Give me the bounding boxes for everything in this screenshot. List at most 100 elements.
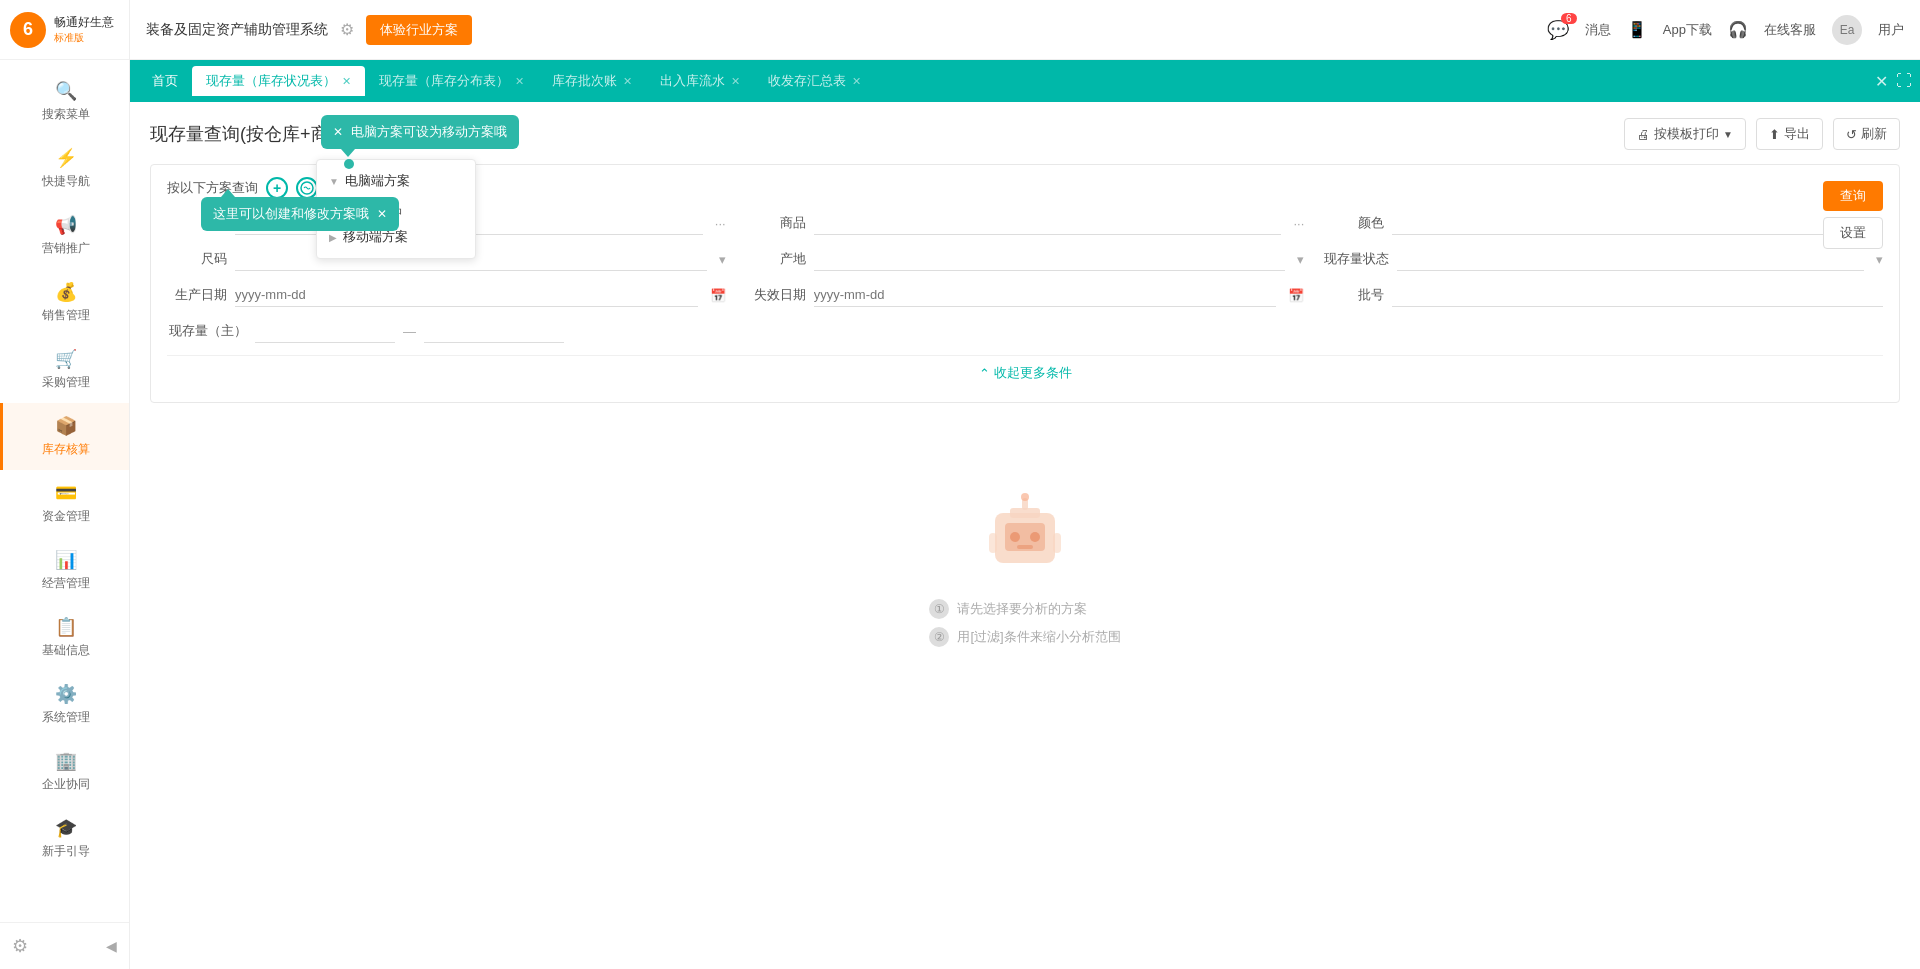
svg-rect-9 [989,533,997,553]
inventory-status-dropdown-icon[interactable]: ▾ [1876,252,1883,267]
tab-in-out-flow[interactable]: 出入库流水 ✕ [646,66,754,96]
tab-close-all-icon[interactable]: ✕ [1875,72,1888,91]
warehouse-dots-icon[interactable]: ··· [715,216,726,231]
tab-inventory-dist-label: 现存量（库存分布表） [379,72,509,90]
svg-point-8 [1021,493,1029,501]
scheme-desktop-parent[interactable]: ▼ 电脑端方案 [317,166,475,196]
system-name: 装备及固定资产辅助管理系统 [146,21,328,39]
tooltip2-text: 这里可以创建和修改方案哦 [213,205,369,223]
sidebar-item-operation[interactable]: 📊 经营管理 [0,537,129,604]
inventory-status-label: 现存量状态 [1324,250,1389,268]
sidebar-item-marketing[interactable]: 📢 营销推广 [0,202,129,269]
trial-btn[interactable]: 体验行业方案 [366,15,472,45]
notice-wrap[interactable]: 💬 6 [1547,19,1569,41]
collapse-label: 收起更多条件 [994,364,1072,382]
scheme-mobile-arrow: ▶ [329,232,337,243]
tab-inventory-dist[interactable]: 现存量（库存分布表） ✕ [365,66,538,96]
tab-fullscreen-icon[interactable]: ⛶ [1896,72,1912,90]
settings-icon[interactable]: ⚙ [12,935,28,957]
produce-date-input[interactable] [235,283,698,307]
tab-inventory-dist-close[interactable]: ✕ [515,75,524,88]
user-name-label[interactable]: 用户 [1878,21,1904,39]
sidebar-item-basic[interactable]: 📋 基础信息 [0,604,129,671]
quantity-label: 现存量（主） [167,322,247,340]
sidebar-item-system[interactable]: ⚙️ 系统管理 [0,671,129,738]
tooltip-create: 这里可以创建和修改方案哦 ✕ [201,197,399,231]
print-icon: 🖨 [1637,127,1650,142]
tab-receive-summary[interactable]: 收发存汇总表 ✕ [754,66,875,96]
header-left: 装备及固定资产辅助管理系统 ⚙ 体验行业方案 [146,15,472,45]
tab-batch-ledger[interactable]: 库存批次账 ✕ [538,66,646,96]
expire-date-calendar-icon[interactable]: 📅 [1288,288,1304,303]
content-area: 现存量查询(按仓库+商品) 🖨 按模板打印 ▼ ⬆ 导出 ↺ 刷新 [130,102,1920,969]
inventory-status-input[interactable] [1397,247,1864,271]
tab-inventory-status-close[interactable]: ✕ [342,75,351,88]
online-service-link[interactable]: 在线客服 [1764,21,1816,39]
sidebar-finance-label: 资金管理 [42,508,90,525]
collapse-bar[interactable]: ⌃ 收起更多条件 [167,355,1883,390]
filter-row4: 现存量（主） — [167,319,1883,343]
print-btn-label: 按模板打印 [1654,125,1719,143]
quantity-min-input[interactable] [255,319,395,343]
origin-dropdown-icon[interactable]: ▾ [1297,252,1304,267]
sidebar-item-search[interactable]: 🔍 搜索菜单 [0,68,129,135]
sidebar-quicknav-label: 快捷导航 [42,173,90,190]
svg-point-4 [1030,532,1040,542]
tab-in-out-flow-close[interactable]: ✕ [731,75,740,88]
sidebar-item-purchase[interactable]: 🛒 采购管理 [0,336,129,403]
expire-date-input[interactable] [814,283,1277,307]
search-btn[interactable]: 查询 [1823,181,1883,211]
app-download-link[interactable]: App下载 [1663,21,1712,39]
brand-name: 畅通好生意 [54,14,114,31]
tab-receive-summary-close[interactable]: ✕ [852,75,861,88]
filter-edit-btn[interactable] [296,177,318,199]
origin-input[interactable] [814,247,1286,271]
search-nav-icon: 🔍 [55,80,77,102]
produce-date-label: 生产日期 [167,286,227,304]
sidebar-nav: 🔍 搜索菜单 ⚡ 快捷导航 📢 营销推广 💰 销售管理 🛒 采购管理 📦 库存核… [0,60,129,922]
produce-date-calendar-icon[interactable]: 📅 [710,288,726,303]
reset-btn[interactable]: 设置 [1823,217,1883,249]
svg-rect-5 [1017,545,1033,549]
tab-inventory-status[interactable]: 现存量（库存状况表） ✕ [192,66,365,96]
collapse-icon[interactable]: ◀ [106,938,117,954]
batch-input[interactable] [1392,283,1883,307]
refresh-btn[interactable]: ↺ 刷新 [1833,118,1900,150]
empty-step-2: ② 用[过滤]条件来缩小分析范围 [929,627,1120,647]
sidebar-guide-label: 新手引导 [42,843,90,860]
sidebar-marketing-label: 营销推广 [42,240,90,257]
expire-date-label: 失效日期 [746,286,806,304]
sidebar-item-enterprise[interactable]: 🏢 企业协同 [0,738,129,805]
filter-add-btn[interactable]: + [266,177,288,199]
sidebar-bottom: ⚙ ◀ [0,922,129,969]
quantity-max-input[interactable] [424,319,564,343]
tab-home[interactable]: 首页 [138,66,192,96]
step1-num: ① [929,599,949,619]
size-dropdown-icon[interactable]: ▾ [719,252,726,267]
settings-gear-icon[interactable]: ⚙ [340,20,354,39]
filter-section: 按以下方案查询 + « ▼ 电脑端方案 ▷ 按货品 [150,164,1900,403]
sidebar-item-quick-nav[interactable]: ⚡ 快捷导航 [0,135,129,202]
color-input[interactable] [1392,211,1864,235]
filter-row3: 生产日期 📅 失效日期 📅 批号 [167,283,1883,307]
sidebar-item-inventory[interactable]: 📦 库存核算 [0,403,129,470]
tooltip2-close[interactable]: ✕ [377,207,387,221]
notice-label[interactable]: 消息 [1585,21,1611,39]
edit-icon [300,181,314,195]
user-avatar[interactable]: Ea [1832,15,1862,45]
toolbar-right: 🖨 按模板打印 ▼ ⬆ 导出 ↺ 刷新 [1624,118,1900,150]
sidebar-item-sales[interactable]: 💰 销售管理 [0,269,129,336]
batch-label: 批号 [1324,286,1384,304]
sidebar-search-label: 搜索菜单 [42,106,90,123]
guide-icon: 🎓 [55,817,77,839]
sidebar-item-guide[interactable]: 🎓 新手引导 [0,805,129,872]
filter-action-btns: 查询 设置 [1823,181,1883,249]
filter-produce-date: 生产日期 📅 [167,283,726,307]
tab-batch-ledger-close[interactable]: ✕ [623,75,632,88]
sidebar-item-finance[interactable]: 💳 资金管理 [0,470,129,537]
goods-input[interactable] [814,211,1282,235]
goods-dots-icon[interactable]: ··· [1293,216,1304,231]
print-btn[interactable]: 🖨 按模板打印 ▼ [1624,118,1746,150]
tooltip1-close[interactable]: ✕ [333,125,343,139]
export-btn[interactable]: ⬆ 导出 [1756,118,1823,150]
